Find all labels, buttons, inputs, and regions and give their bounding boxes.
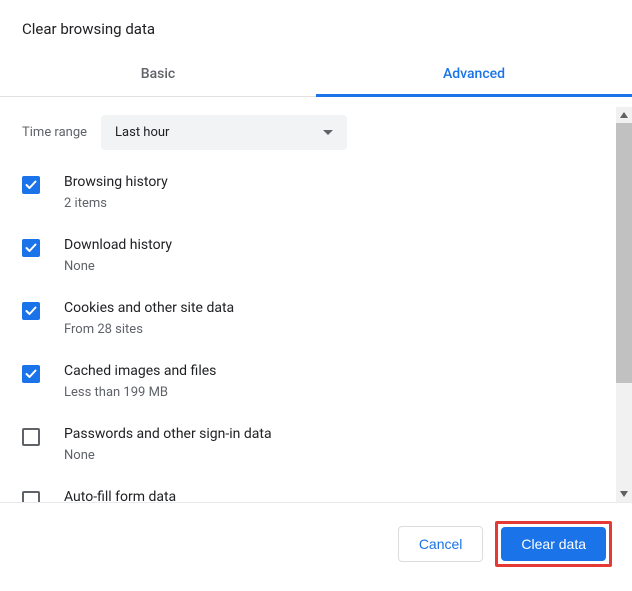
time-range-label: Time range (22, 125, 87, 140)
time-range-value: Last hour (115, 125, 169, 140)
time-range-row: Time range Last hour (22, 115, 610, 150)
option-title: Cached images and files (64, 363, 216, 379)
option-title: Browsing history (64, 174, 168, 190)
scrollbar[interactable] (616, 107, 632, 502)
time-range-select[interactable]: Last hour (101, 115, 347, 150)
scroll-down-icon[interactable] (616, 486, 632, 502)
option-subtitle: None (64, 448, 272, 463)
highlight-annotation: Clear data (495, 521, 612, 567)
options-list: Browsing history 2 items Download history N… (22, 174, 610, 502)
option-row: Download history None (22, 237, 610, 274)
option-title: Download history (64, 237, 172, 253)
checkbox[interactable] (22, 239, 40, 257)
tab-basic[interactable]: Basic (0, 54, 316, 96)
option-subtitle: Less than 199 MB (64, 385, 216, 400)
option-row: Cached images and files Less than 199 MB (22, 363, 610, 400)
checkbox[interactable] (22, 176, 40, 194)
dialog-title: Clear browsing data (0, 0, 632, 54)
option-title: Auto-fill form data (64, 489, 176, 502)
checkbox[interactable] (22, 302, 40, 320)
option-text: Passwords and other sign-in data None (64, 426, 272, 463)
option-title: Cookies and other site data (64, 300, 234, 316)
checkbox[interactable] (22, 365, 40, 383)
scroll-thumb[interactable] (616, 123, 632, 383)
option-text: Cookies and other site data From 28 sites (64, 300, 234, 337)
option-row: Browsing history 2 items (22, 174, 610, 211)
option-text: Cached images and files Less than 199 MB (64, 363, 216, 400)
dialog-footer: Cancel Clear data (0, 503, 632, 585)
content-area: Time range Last hour Browsing history 2 i… (0, 97, 632, 502)
option-row: Cookies and other site data From 28 sites (22, 300, 610, 337)
option-subtitle: 2 items (64, 196, 168, 211)
option-text: Auto-fill form data (64, 489, 176, 502)
option-text: Browsing history 2 items (64, 174, 168, 211)
chevron-down-icon (323, 130, 333, 136)
option-row: Passwords and other sign-in data None (22, 426, 610, 463)
scroll-up-icon[interactable] (616, 107, 632, 123)
clear-data-button[interactable]: Clear data (501, 527, 606, 561)
tab-advanced[interactable]: Advanced (316, 54, 632, 96)
option-row: Auto-fill form data (22, 489, 610, 502)
option-title: Passwords and other sign-in data (64, 426, 272, 442)
checkbox[interactable] (22, 491, 40, 502)
checkbox[interactable] (22, 428, 40, 446)
tabs: Basic Advanced (0, 54, 632, 97)
cancel-button[interactable]: Cancel (398, 526, 484, 562)
option-subtitle: From 28 sites (64, 322, 234, 337)
option-text: Download history None (64, 237, 172, 274)
option-subtitle: None (64, 259, 172, 274)
